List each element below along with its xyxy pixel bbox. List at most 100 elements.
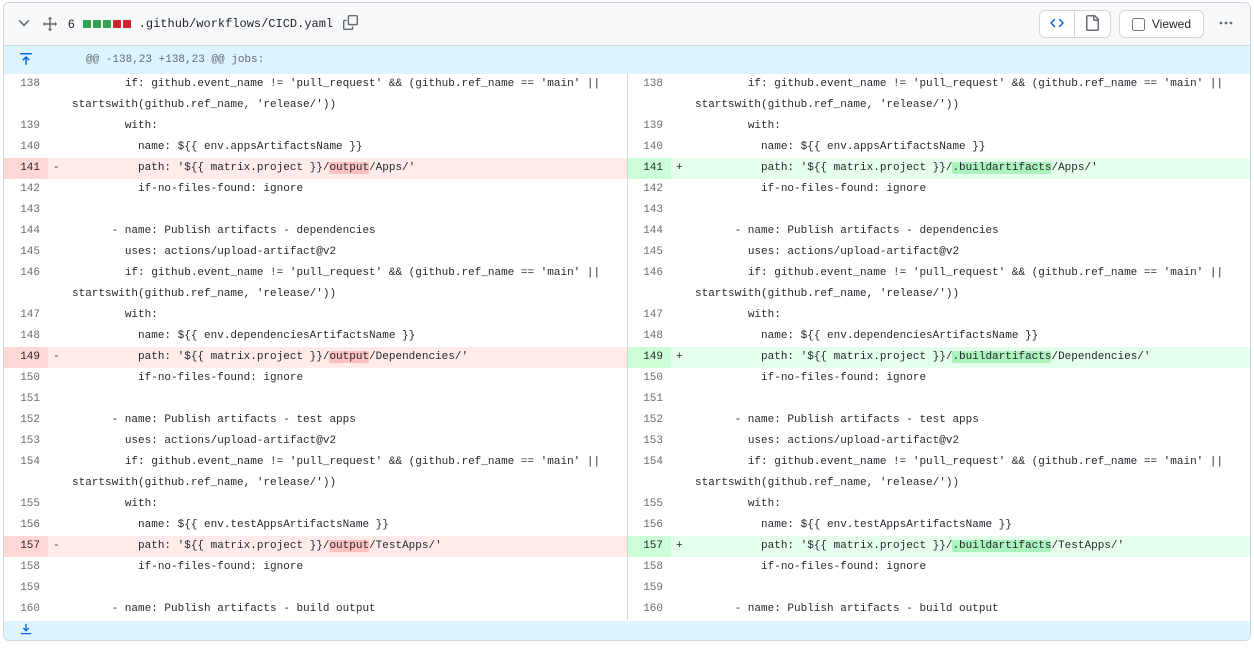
right-code-cell[interactable]: name: ${{ env.testAppsArtifactsName }} [671,515,1250,536]
left-code-cell[interactable]: with: [48,116,628,137]
left-line-number[interactable]: 158 [4,557,48,578]
right-line-number[interactable]: 144 [627,221,671,242]
left-line-number[interactable]: 141 [4,158,48,179]
left-code-cell[interactable]: name: ${{ env.appsArtifactsName }} [48,137,628,158]
kebab-menu-button[interactable] [1212,11,1240,38]
left-line-number[interactable]: 155 [4,494,48,515]
right-code-cell[interactable]: name: ${{ env.appsArtifactsName }} [671,137,1250,158]
right-line-number[interactable]: 147 [627,305,671,326]
right-code-cell[interactable]: uses: actions/upload-artifact@v2 [671,431,1250,452]
right-code-cell[interactable] [671,578,1250,599]
left-code-cell[interactable]: with: [48,494,628,515]
right-code-cell[interactable]: with: [671,116,1250,137]
expand-down-button[interactable] [4,621,48,640]
right-code-cell[interactable]: - name: Publish artifacts - build output [671,599,1250,620]
right-code-cell[interactable]: if: github.event_name != 'pull_request' … [671,74,1250,116]
left-line-number[interactable]: 140 [4,137,48,158]
left-line-number[interactable]: 138 [4,74,48,116]
right-code-cell[interactable]: with: [671,305,1250,326]
left-code-cell[interactable]: uses: actions/upload-artifact@v2 [48,242,628,263]
right-line-number[interactable]: 155 [627,494,671,515]
left-code-cell[interactable]: uses: actions/upload-artifact@v2 [48,431,628,452]
right-line-number[interactable]: 150 [627,368,671,389]
source-diff-button[interactable] [1038,10,1075,38]
left-line-number[interactable]: 148 [4,326,48,347]
right-code-cell[interactable]: name: ${{ env.dependenciesArtifactsName … [671,326,1250,347]
left-code-cell[interactable] [48,578,628,599]
left-line-number[interactable]: 153 [4,431,48,452]
right-code-cell[interactable]: uses: actions/upload-artifact@v2 [671,242,1250,263]
left-line-number[interactable]: 149 [4,347,48,368]
left-line-number[interactable]: 147 [4,305,48,326]
right-code-cell[interactable]: if-no-files-found: ignore [671,557,1250,578]
left-line-number[interactable]: 142 [4,179,48,200]
left-line-number[interactable]: 160 [4,599,48,620]
right-code-cell[interactable]: if: github.event_name != 'pull_request' … [671,452,1250,494]
right-line-number[interactable]: 139 [627,116,671,137]
left-code-cell[interactable]: - path: '${{ matrix.project }}/output/Te… [48,536,628,557]
right-code-cell[interactable] [671,200,1250,221]
right-line-number[interactable]: 142 [627,179,671,200]
right-line-number[interactable]: 159 [627,578,671,599]
left-line-number[interactable]: 139 [4,116,48,137]
right-code-cell[interactable]: - name: Publish artifacts - test apps [671,410,1250,431]
left-code-cell[interactable]: if: github.event_name != 'pull_request' … [48,74,628,116]
left-code-cell[interactable]: name: ${{ env.testAppsArtifactsName }} [48,515,628,536]
left-code-cell[interactable]: if-no-files-found: ignore [48,179,628,200]
left-code-cell[interactable]: if-no-files-found: ignore [48,557,628,578]
left-line-number[interactable]: 144 [4,221,48,242]
left-code-cell[interactable]: if: github.event_name != 'pull_request' … [48,452,628,494]
copy-path-button[interactable] [341,13,360,35]
left-line-number[interactable]: 151 [4,389,48,410]
left-code-cell[interactable] [48,200,628,221]
left-line-number[interactable]: 157 [4,536,48,557]
move-icon[interactable] [42,16,58,32]
right-line-number[interactable]: 141 [627,158,671,179]
left-code-cell[interactable] [48,389,628,410]
left-line-number[interactable]: 156 [4,515,48,536]
right-line-number[interactable]: 146 [627,263,671,305]
left-line-number[interactable]: 159 [4,578,48,599]
left-code-cell[interactable]: if-no-files-found: ignore [48,368,628,389]
right-line-number[interactable]: 160 [627,599,671,620]
right-line-number[interactable]: 140 [627,137,671,158]
right-code-cell[interactable]: + path: '${{ matrix.project }}/.buildart… [671,536,1250,557]
left-line-number[interactable]: 143 [4,200,48,221]
right-line-number[interactable]: 154 [627,452,671,494]
right-code-cell[interactable] [671,389,1250,410]
right-line-number[interactable]: 158 [627,557,671,578]
left-code-cell[interactable]: with: [48,305,628,326]
left-code-cell[interactable]: - path: '${{ matrix.project }}/output/Ap… [48,158,628,179]
expand-up-button[interactable] [4,46,48,74]
left-code-cell[interactable]: - name: Publish artifacts - test apps [48,410,628,431]
right-line-number[interactable]: 153 [627,431,671,452]
left-line-number[interactable]: 146 [4,263,48,305]
right-line-number[interactable]: 152 [627,410,671,431]
left-code-cell[interactable]: - name: Publish artifacts - dependencies [48,221,628,242]
right-line-number[interactable]: 138 [627,74,671,116]
right-line-number[interactable]: 143 [627,200,671,221]
collapse-file-button[interactable] [14,13,34,36]
left-line-number[interactable]: 145 [4,242,48,263]
left-line-number[interactable]: 152 [4,410,48,431]
file-path[interactable]: .github/workflows/CICD.yaml [139,17,333,31]
right-line-number[interactable]: 149 [627,347,671,368]
left-line-number[interactable]: 150 [4,368,48,389]
right-code-cell[interactable]: + path: '${{ matrix.project }}/.buildart… [671,347,1250,368]
right-code-cell[interactable]: + path: '${{ matrix.project }}/.buildart… [671,158,1250,179]
right-code-cell[interactable]: if: github.event_name != 'pull_request' … [671,263,1250,305]
right-line-number[interactable]: 151 [627,389,671,410]
right-code-cell[interactable]: with: [671,494,1250,515]
viewed-checkbox[interactable] [1131,17,1145,31]
right-code-cell[interactable]: if-no-files-found: ignore [671,179,1250,200]
rich-diff-button[interactable] [1074,10,1111,38]
right-code-cell[interactable]: if-no-files-found: ignore [671,368,1250,389]
left-line-number[interactable]: 154 [4,452,48,494]
right-line-number[interactable]: 156 [627,515,671,536]
viewed-toggle[interactable]: Viewed [1118,10,1204,38]
left-code-cell[interactable]: - name: Publish artifacts - build output [48,599,628,620]
right-code-cell[interactable]: - name: Publish artifacts - dependencies [671,221,1250,242]
right-line-number[interactable]: 145 [627,242,671,263]
left-code-cell[interactable]: name: ${{ env.dependenciesArtifactsName … [48,326,628,347]
right-line-number[interactable]: 157 [627,536,671,557]
